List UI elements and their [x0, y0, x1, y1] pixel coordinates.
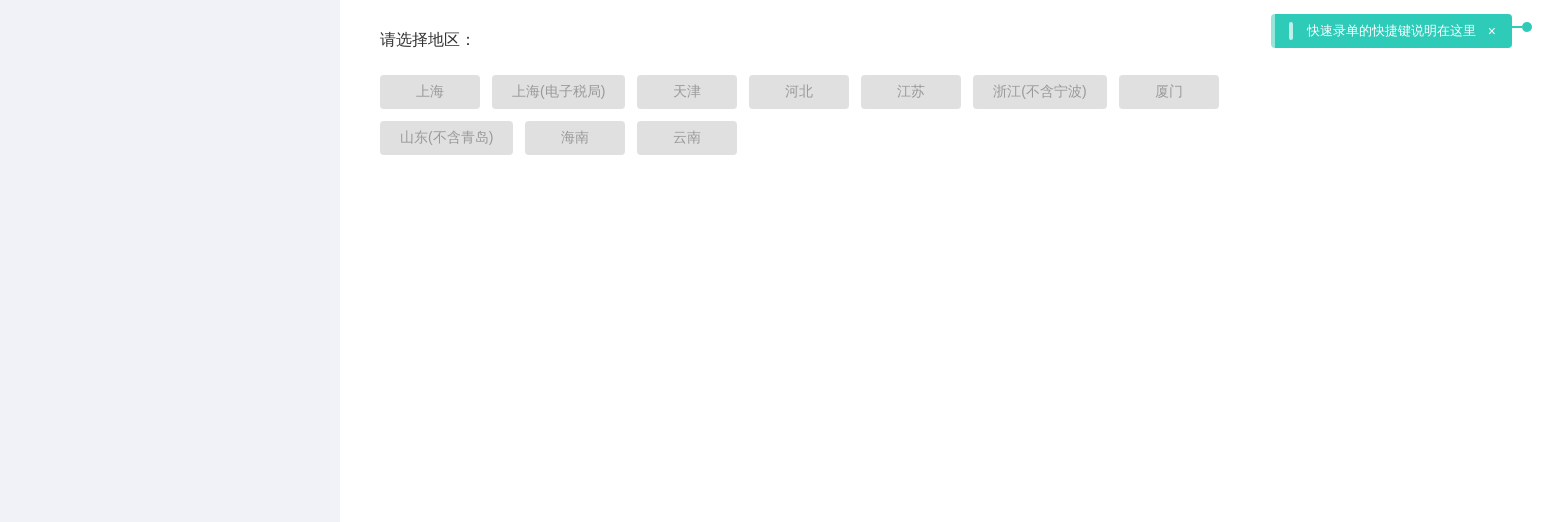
region-row-2: 山东(不含青岛) 海南云南: [380, 121, 1522, 155]
region-button-hainan[interactable]: 海南: [525, 121, 625, 155]
region-buttons-container: 上海上海(电子税局) 天津河北江苏浙江(不含宁波) 厦门山东(不含青岛) 海南云南: [380, 75, 1522, 155]
main-content: 请选择地区： 上海上海(电子税局)天津河北江苏浙江(不含宁波)厦门山东(不含青岛…: [340, 0, 1562, 522]
tooltip-banner: 快速录单的快捷键说明在这里 ×: [1271, 14, 1512, 48]
tooltip-bar: [1289, 22, 1293, 40]
tooltip-connector-line: [1502, 26, 1522, 28]
region-button-xiamen[interactable]: 厦门: [1119, 75, 1219, 109]
region-button-shandong[interactable]: 山东(不含青岛): [380, 121, 513, 155]
region-button-jiangsu[interactable]: 江苏: [861, 75, 961, 109]
tooltip-close-button[interactable]: ×: [1486, 23, 1498, 39]
region-row-1: 上海上海(电子税局) 天津河北江苏浙江(不含宁波) 厦门: [380, 75, 1522, 109]
region-button-zhejiang[interactable]: 浙江(不含宁波): [973, 75, 1106, 109]
left-sidebar: [0, 0, 340, 522]
region-button-hebei[interactable]: 河北: [749, 75, 849, 109]
region-button-tianjin[interactable]: 天津: [637, 75, 737, 109]
region-button-yunnan[interactable]: 云南: [637, 121, 737, 155]
region-button-shanghai[interactable]: 上海: [380, 75, 480, 109]
tooltip-connector-dot: [1522, 22, 1532, 32]
tooltip-text: 快速录单的快捷键说明在这里: [1307, 22, 1476, 40]
region-button-shanghai-etax[interactable]: 上海(电子税局): [492, 75, 625, 109]
